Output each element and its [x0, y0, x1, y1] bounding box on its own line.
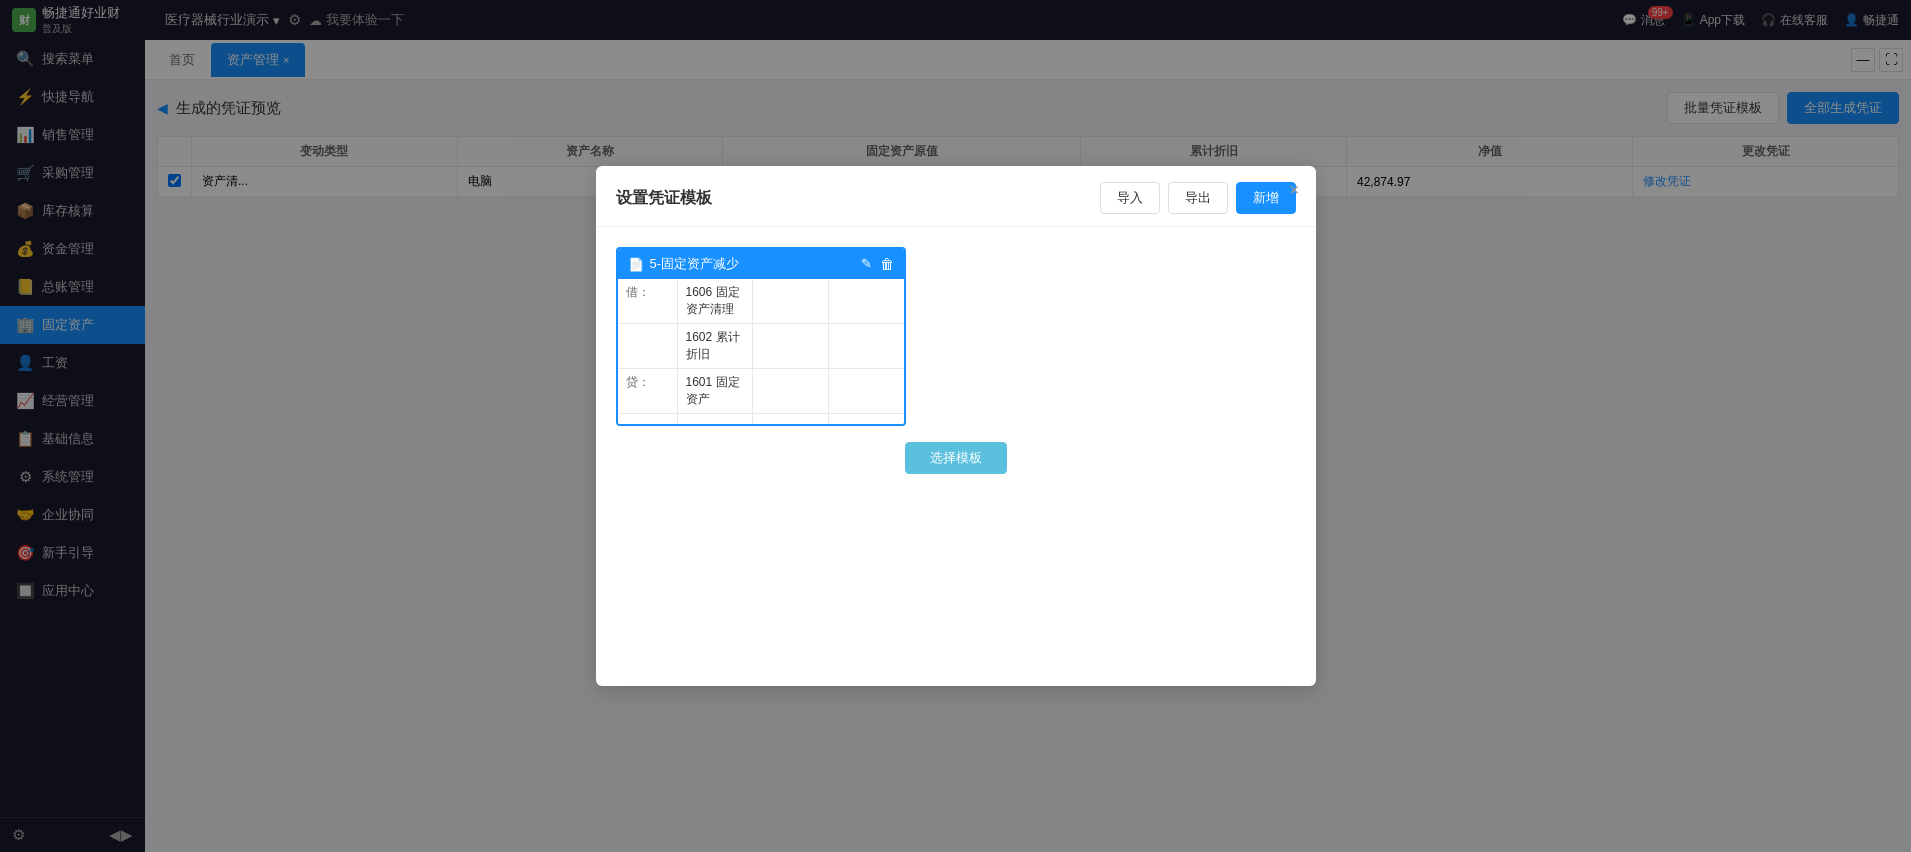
entry-code-2: 1601 固定资产: [678, 369, 754, 413]
template-entry-row-0: 借： 1606 固定资产清理: [618, 279, 904, 324]
template-card-header-left: 📄 5-固定资产减少: [628, 255, 740, 273]
entry-debit-2: [753, 369, 829, 413]
template-edit-icon[interactable]: ✎: [861, 256, 872, 272]
entry-side-0: 借：: [618, 279, 678, 323]
modal-header-actions: 导入 导出 新增: [1100, 182, 1296, 214]
entry-credit-0: [829, 279, 904, 323]
modal-title: 设置凭证模板: [616, 188, 712, 209]
template-delete-icon[interactable]: 🗑: [880, 256, 894, 272]
modal-close-btn[interactable]: ×: [1289, 180, 1300, 201]
entry-debit-1: [753, 324, 829, 368]
entry-code-0: 1606 固定资产清理: [678, 279, 754, 323]
entry-side-3: [618, 414, 678, 424]
new-btn[interactable]: 新增: [1236, 182, 1296, 214]
modal-overlay[interactable]: 设置凭证模板 导入 导出 新增 × 📄 5-固定资产减少 ✎ 🗑: [0, 0, 1911, 852]
template-entry-row-1: 1602 累计折旧: [618, 324, 904, 369]
entry-side-1: [618, 324, 678, 368]
select-template-btn[interactable]: 选择模板: [905, 442, 1007, 474]
entry-code-1: 1602 累计折旧: [678, 324, 754, 368]
template-entry-row-3: [618, 414, 904, 424]
modal-dialog: 设置凭证模板 导入 导出 新增 × 📄 5-固定资产减少 ✎ 🗑: [596, 166, 1316, 686]
import-btn[interactable]: 导入: [1100, 182, 1160, 214]
template-card-header-actions: ✎ 🗑: [861, 256, 894, 272]
template-card-header: 📄 5-固定资产减少 ✎ 🗑: [618, 249, 904, 279]
entry-credit-2: [829, 369, 904, 413]
entry-debit-0: [753, 279, 829, 323]
entry-side-2: 贷：: [618, 369, 678, 413]
template-doc-icon: 📄: [628, 257, 644, 272]
template-name: 5-固定资产减少: [650, 255, 740, 273]
entry-credit-3: [829, 414, 904, 424]
select-template-container: 选择模板: [616, 442, 1296, 474]
entry-credit-1: [829, 324, 904, 368]
export-btn[interactable]: 导出: [1168, 182, 1228, 214]
modal-body: 📄 5-固定资产减少 ✎ 🗑 借： 1606 固定资产清理: [596, 227, 1316, 686]
entry-debit-3: [753, 414, 829, 424]
template-entry-row-2: 贷： 1601 固定资产: [618, 369, 904, 414]
template-card-body: 借： 1606 固定资产清理 1602 累计折旧 贷： 1601 固定资产: [618, 279, 904, 424]
modal-header: 设置凭证模板 导入 导出 新增 ×: [596, 166, 1316, 227]
entry-code-3: [678, 414, 754, 424]
template-card: 📄 5-固定资产减少 ✎ 🗑 借： 1606 固定资产清理: [616, 247, 906, 426]
